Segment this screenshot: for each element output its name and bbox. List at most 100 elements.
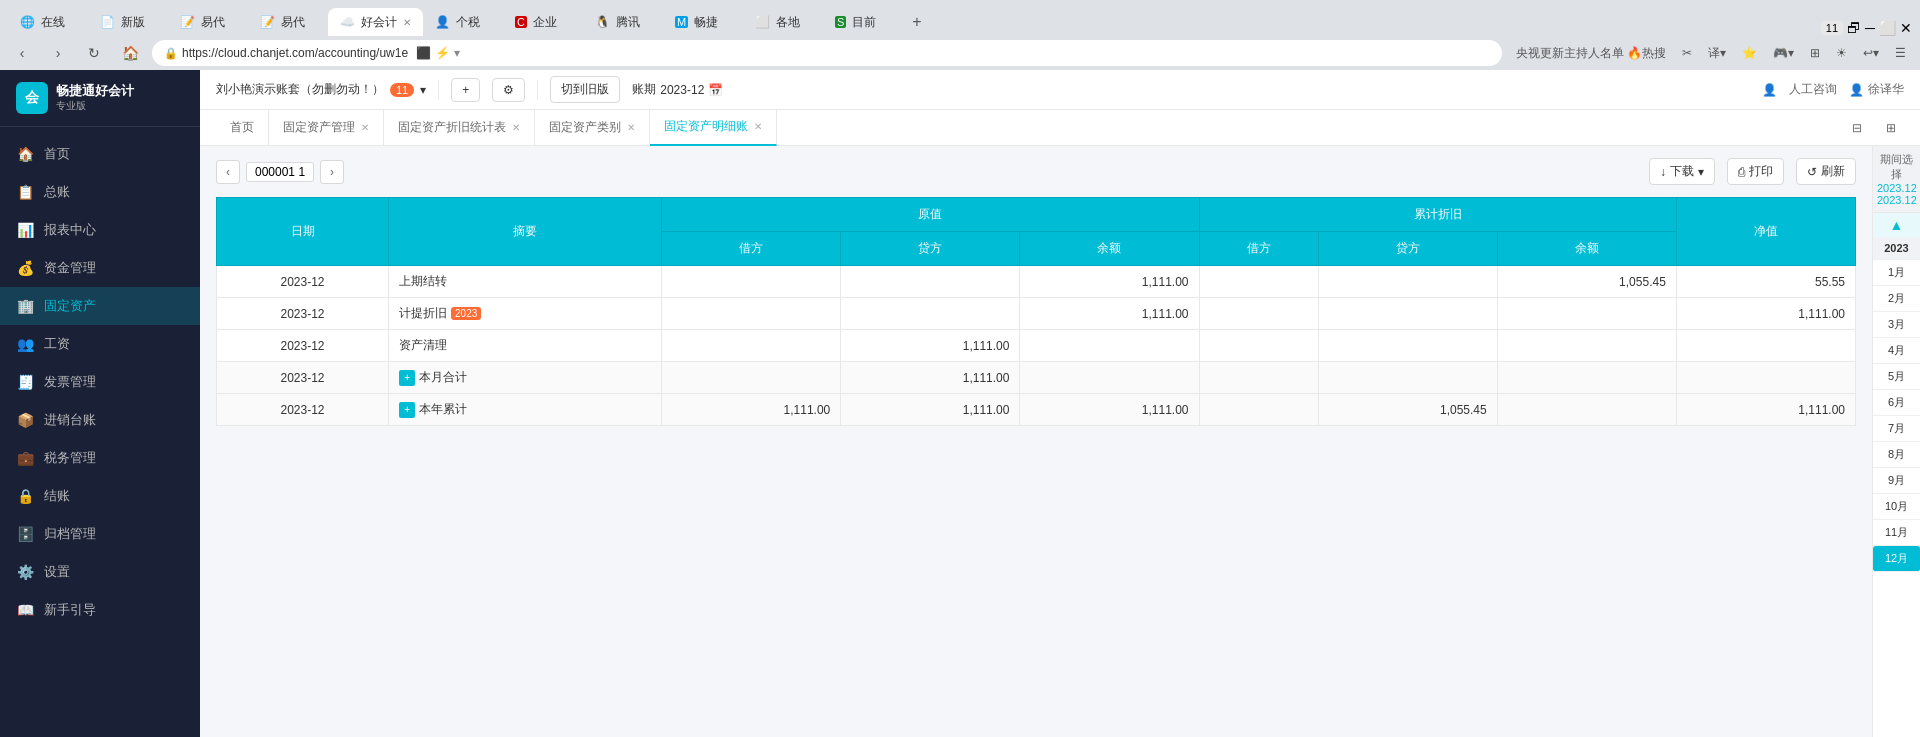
sidebar-item-guide[interactable]: 📖 新手引导 <box>0 591 200 629</box>
page-tab-depreciation-stats[interactable]: 固定资产折旧统计表 ✕ <box>384 110 535 146</box>
guide-nav-icon: 📖 <box>16 602 34 618</box>
browser-tab-chang[interactable]: M 畅捷 <box>663 8 743 36</box>
page-number-display: 000001 1 <box>246 162 314 182</box>
prev-page-button[interactable]: ‹ <box>216 160 240 184</box>
company-selector[interactable]: 刘小艳演示账套（勿删勿动！） 11 ▾ <box>216 81 426 98</box>
sidebar-item-tax[interactable]: 💼 税务管理 <box>0 439 200 477</box>
page-tab-category[interactable]: 固定资产类别 ✕ <box>535 110 650 146</box>
minimize-icon[interactable]: ─ <box>1865 20 1875 36</box>
sidebar-item-closing[interactable]: 🔒 结账 <box>0 477 200 515</box>
maximize-icon[interactable]: ⬜ <box>1879 20 1896 36</box>
search-news-btn[interactable]: 央视更新主持人名单 🔥热搜 <box>1510 43 1672 64</box>
browser-tab-muqian[interactable]: S 目前 <box>823 8 903 36</box>
closing-nav-label: 结账 <box>44 487 70 505</box>
scissors-btn[interactable]: ✂ <box>1676 44 1698 62</box>
sidebar-item-archive[interactable]: 🗄️ 归档管理 <box>0 515 200 553</box>
period-month-item[interactable]: 1月 <box>1873 260 1920 286</box>
add-account-button[interactable]: + <box>451 78 480 102</box>
net-value-cell <box>1676 362 1855 394</box>
browser-tab-active[interactable]: ☁️ 好会计 ✕ <box>328 8 423 36</box>
dropdown-icon[interactable]: ▾ <box>454 46 460 60</box>
tab-favicon: M <box>675 16 688 28</box>
restore-window-icon[interactable]: 🗗 <box>1847 20 1861 36</box>
period-month-item[interactable]: 12月 <box>1873 546 1920 572</box>
grid-btn[interactable]: ⊞ <box>1804 44 1826 62</box>
user-info[interactable]: 👤 徐译华 <box>1849 81 1904 98</box>
page-tabs: 首页 固定资产管理 ✕ 固定资产折旧统计表 ✕ 固定资产类别 ✕ 固定资产明细账… <box>200 110 1920 146</box>
download-button[interactable]: ↓ 下载 ▾ <box>1649 158 1715 185</box>
tab-close-dep-stats-icon[interactable]: ✕ <box>512 122 520 133</box>
undo-btn[interactable]: ↩▾ <box>1857 44 1885 62</box>
sidebar-item-reports[interactable]: 📊 报表中心 <box>0 211 200 249</box>
refresh-button[interactable]: ↻ <box>80 39 108 67</box>
tab-shrink-button[interactable]: ⊟ <box>1844 118 1870 138</box>
browser-tab-geshui[interactable]: 👤 个税 <box>423 8 503 36</box>
browser-tab-enterprise[interactable]: C 企业 <box>503 8 583 36</box>
translate-btn[interactable]: 译▾ <box>1702 43 1732 64</box>
tax-nav-label: 税务管理 <box>44 449 96 467</box>
sidebar-item-stock[interactable]: 📦 进销台账 <box>0 401 200 439</box>
print-button[interactable]: ⎙ 打印 <box>1727 158 1784 185</box>
browser-tab-yidai2[interactable]: 📝 易代 <box>248 8 328 36</box>
period-month-item[interactable]: 11月 <box>1873 520 1920 546</box>
next-page-button[interactable]: › <box>320 160 344 184</box>
brightness-btn[interactable]: ☀ <box>1830 44 1853 62</box>
tab-close-icon[interactable]: ✕ <box>403 17 411 28</box>
new-tab-button[interactable]: + <box>903 8 931 36</box>
summary-cell: +本月合计 <box>389 362 662 394</box>
period-month-item[interactable]: 5月 <box>1873 364 1920 390</box>
url-bar[interactable]: 🔒 https://cloud.chanjet.com/accounting/u… <box>152 40 1502 66</box>
payroll-nav-icon: 👥 <box>16 336 34 352</box>
sidebar-item-home[interactable]: 🏠 首页 <box>0 135 200 173</box>
period-month-item[interactable]: 3月 <box>1873 312 1920 338</box>
switch-version-button[interactable]: 切到旧版 <box>550 76 620 103</box>
ledger-nav-label: 总账 <box>44 183 70 201</box>
sidebar-item-funds[interactable]: 💰 资金管理 <box>0 249 200 287</box>
game-btn[interactable]: 🎮▾ <box>1767 44 1800 62</box>
browser-tab-new[interactable]: 📄 新版 <box>88 8 168 36</box>
browser-tab-online[interactable]: 🌐 在线 <box>8 8 88 36</box>
settings-account-button[interactable]: ⚙ <box>492 78 525 102</box>
settings-nav-icon: ⚙️ <box>16 564 34 580</box>
logo-icon: 会 <box>16 82 48 114</box>
browser-tab-gedi[interactable]: ⬜ 各地 <box>743 8 823 36</box>
star-ext-btn[interactable]: ⭐ <box>1736 44 1763 62</box>
sidebar-item-ledger[interactable]: 📋 总账 <box>0 173 200 211</box>
url-text: https://cloud.chanjet.com/accounting/uw1… <box>182 46 408 60</box>
sidebar-item-fixed-assets[interactable]: 🏢 固定资产 <box>0 287 200 325</box>
period-month-item[interactable]: 9月 <box>1873 468 1920 494</box>
page-tab-home[interactable]: 首页 <box>216 110 269 146</box>
menu-btn[interactable]: ☰ <box>1889 44 1912 62</box>
tab-close-mgmt-icon[interactable]: ✕ <box>361 122 369 133</box>
tab-bar: 🌐 在线 📄 新版 📝 易代 📝 易代 ☁️ 好会计 ✕ 👤 个税 C 企业 <box>0 0 1920 36</box>
browser-tab-yidai1[interactable]: 📝 易代 <box>168 8 248 36</box>
page-tab-detail-ledger[interactable]: 固定资产明细账 ✕ <box>650 110 777 146</box>
sidebar-item-invoice[interactable]: 🧾 发票管理 <box>0 363 200 401</box>
forward-button[interactable]: › <box>44 39 72 67</box>
sidebar-item-settings[interactable]: ⚙️ 设置 <box>0 553 200 591</box>
period-scroll-up-button[interactable]: ▲ <box>1873 213 1920 237</box>
period-month-item[interactable]: 6月 <box>1873 390 1920 416</box>
tab-close-category-icon[interactable]: ✕ <box>627 122 635 133</box>
period-panel: 期间选择 2023.12 2023.12 ▲ 20231月2月3月4月5月6月7… <box>1872 146 1920 737</box>
tab-close-detail-icon[interactable]: ✕ <box>754 121 762 132</box>
period-month-item[interactable]: 7月 <box>1873 416 1920 442</box>
page-tab-fixed-assets-mgmt[interactable]: 固定资产管理 ✕ <box>269 110 384 146</box>
period-month-item[interactable]: 8月 <box>1873 442 1920 468</box>
refresh-button[interactable]: ↺ 刷新 <box>1796 158 1856 185</box>
summary-cell: +本年累计 <box>389 394 662 426</box>
dep-credit-cell <box>1318 330 1497 362</box>
accumulated-depreciation-header: 累计折旧 <box>1199 198 1676 232</box>
back-button[interactable]: ‹ <box>8 39 36 67</box>
support-label[interactable]: 人工咨询 <box>1789 81 1837 98</box>
period-month-item[interactable]: 2月 <box>1873 286 1920 312</box>
tab-expand-button[interactable]: ⊞ <box>1878 118 1904 138</box>
period-month-item[interactable]: 4月 <box>1873 338 1920 364</box>
period-month-item[interactable]: 10月 <box>1873 494 1920 520</box>
sidebar-item-payroll[interactable]: 👥 工资 <box>0 325 200 363</box>
calendar-icon[interactable]: 📅 <box>708 83 723 97</box>
browser-tab-tencent[interactable]: 🐧 腾讯 <box>583 8 663 36</box>
home-button[interactable]: 🏠 <box>116 39 144 67</box>
period-month-item[interactable]: 2023 <box>1873 237 1920 260</box>
close-window-icon[interactable]: ✕ <box>1900 20 1912 36</box>
